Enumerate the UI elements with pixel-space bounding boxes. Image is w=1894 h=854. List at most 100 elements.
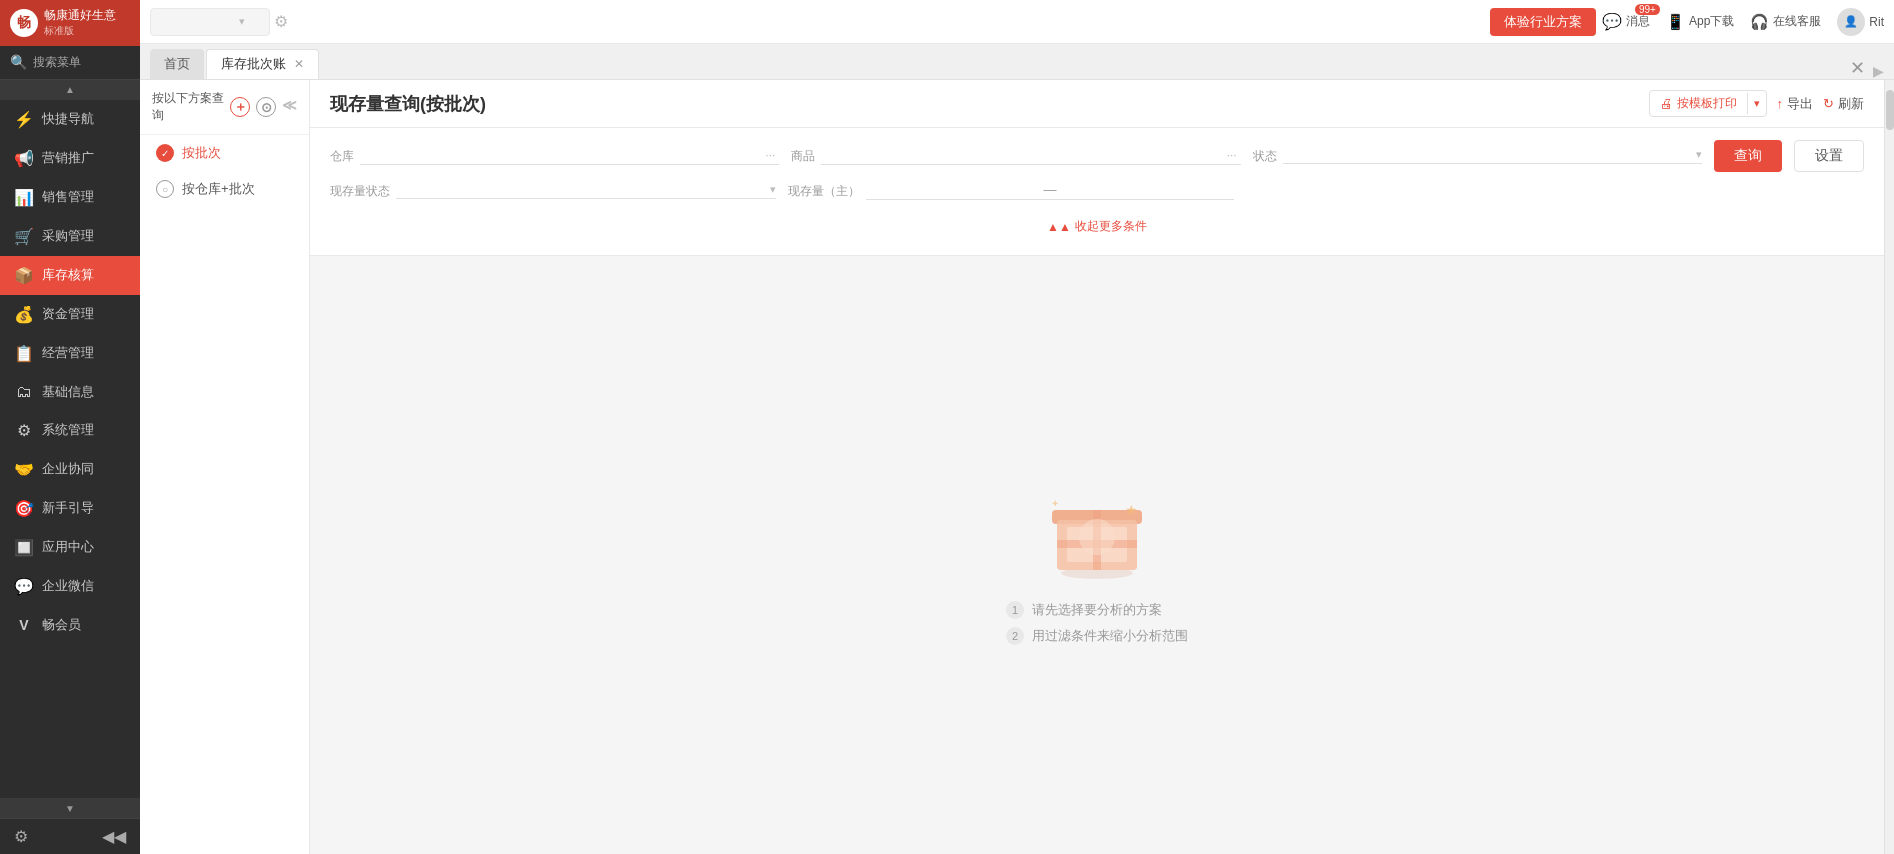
sidebar: 畅 畅康通好生意 标准版 🔍 搜索菜单 ▲ ⚡ 快捷导航 📢 营销推广 📊 销售… [0,0,140,854]
plan-settings-btn[interactable]: ⊙ [256,97,276,117]
dropdown-arrow-icon[interactable]: ▾ [239,15,245,28]
sidebar-item-inventory[interactable]: 📦 库存核算 [0,256,140,295]
stock-qty-min-input[interactable] [866,182,1036,197]
headset-icon: 🎧 [1750,13,1769,31]
sidebar-item-label: 企业协同 [42,460,94,478]
settings-icon[interactable]: ⚙ [14,827,28,846]
collapse-panel-btn[interactable]: ≪ [282,97,297,117]
tab-inventory-batch[interactable]: 库存批次账 ✕ [206,49,319,79]
filter-row-2: 现存量状态 ▾ 现存量（主） — [330,182,1864,200]
filter-area: 仓库 ··· 商品 ··· [310,128,1884,256]
sidebar-item-purchase[interactable]: 🛒 采购管理 [0,217,140,256]
sidebar-item-marketing[interactable]: 📢 营销推广 [0,139,140,178]
topbar-right: 💬 99+ 消息 📱 App下载 🎧 在线客服 👤 Rit [1602,8,1884,36]
stock-qty-range: — [866,182,1234,200]
app-download-icon: 📱 [1666,13,1685,31]
sidebar-item-finance[interactable]: 💰 资金管理 [0,295,140,334]
collapse-up-icon: ▲▲ [1047,220,1071,234]
header-actions: 🖨 按模板打印 ▾ ↑ 导出 ↻ 刷新 [1649,90,1865,117]
sidebar-item-label: 快捷导航 [42,110,94,128]
refresh-btn[interactable]: ↻ 刷新 [1823,95,1864,113]
print-dropdown-btn[interactable]: ▾ [1747,93,1766,114]
warehouse-dots-btn[interactable]: ··· [761,148,779,162]
brand-sub: 标准版 [44,24,116,38]
topbar-search-input[interactable] [159,15,239,29]
scroll-up-btn[interactable]: ▲ [0,80,140,100]
sidebar-item-newguide[interactable]: 🎯 新手引导 [0,489,140,528]
close-icon[interactable]: ✕ [1850,57,1865,79]
left-panel-header: 按以下方案查询 ＋ ⊙ ≪ [140,80,309,135]
export-btn[interactable]: ↑ 导出 [1777,95,1814,113]
warehouse-input-area[interactable]: ··· [360,147,779,165]
stock-status-label: 现存量状态 [330,183,390,200]
newguide-icon: 🎯 [14,499,34,518]
stock-status-field-wrapper: 现存量状态 ▾ [330,183,776,200]
stock-status-dropdown-icon[interactable]: ▾ [770,183,776,196]
product-dots-btn[interactable]: ··· [1223,148,1241,162]
app-download-btn[interactable]: 📱 App下载 [1666,13,1734,31]
sidebar-item-enterprise[interactable]: 🤝 企业协同 [0,450,140,489]
tab-home[interactable]: 首页 [150,49,204,79]
sidebar-item-vip[interactable]: V 畅会员 [0,606,140,644]
plan-item-by-warehouse-batch[interactable]: ○ 按仓库+批次 [140,171,309,207]
sidebar-item-label: 基础信息 [42,383,94,401]
online-service-btn[interactable]: 🎧 在线客服 [1750,13,1821,31]
print-section: 🖨 按模板打印 ▾ [1649,90,1767,117]
topbar-settings-icon[interactable]: ⚙ [274,12,288,31]
purchase-icon: 🛒 [14,227,34,246]
tab-close-icon[interactable]: ✕ [294,57,304,71]
tab-home-label: 首页 [164,55,190,73]
plan-label-warehouse-batch: 按仓库+批次 [182,180,255,198]
panel-close-btn[interactable]: ✕ [1850,57,1873,79]
empty-state: ★ ✦ 1 请先选择要分析的方案 2 用过滤条件来缩小分析范围 [310,256,1884,854]
sidebar-item-basic[interactable]: 🗂 基础信息 [0,373,140,411]
add-plan-btn[interactable]: ＋ [230,97,250,117]
sidebar-search[interactable]: 🔍 搜索菜单 [0,46,140,80]
sidebar-item-label: 畅会员 [42,616,81,634]
product-input[interactable] [821,147,1222,162]
scroll-down-btn[interactable]: ▼ [0,798,140,818]
empty-illustration: ★ ✦ [1037,465,1157,585]
sidebar-item-wechat[interactable]: 💬 企业微信 [0,567,140,606]
left-panel-title: 按以下方案查询 [152,90,230,124]
sidebar-item-sales[interactable]: 📊 销售管理 [0,178,140,217]
appcenter-icon: 🔲 [14,538,34,557]
query-header: 现存量查询(按批次) 🖨 按模板打印 ▾ ↑ 导出 ↻ [310,80,1884,128]
right-scrollbar[interactable] [1884,80,1894,854]
plan-item-by-batch[interactable]: ✓ 按批次 [140,135,309,171]
query-btn[interactable]: 查询 [1714,140,1782,172]
collapse-more-btn[interactable]: ▲▲ 收起更多条件 [330,210,1864,243]
status-dropdown-icon[interactable]: ▾ [1696,148,1702,161]
trial-btn[interactable]: 体验行业方案 [1490,8,1596,36]
sidebar-item-quick-nav[interactable]: ⚡ 快捷导航 [0,100,140,139]
sidebar-item-label: 资金管理 [42,305,94,323]
filter-settings-btn[interactable]: 设置 [1794,140,1864,172]
message-btn[interactable]: 💬 99+ 消息 [1602,12,1650,31]
stock-status-select[interactable]: ▾ [396,183,776,199]
system-icon: ⚙ [14,421,34,440]
topbar-search-box[interactable]: ▾ [150,8,270,36]
sidebar-item-system[interactable]: ⚙ 系统管理 [0,411,140,450]
collapse-sidebar-icon[interactable]: ◀◀ [102,827,126,846]
stock-qty-max-input[interactable] [1065,182,1235,197]
print-icon: 🖨 [1660,96,1673,111]
sidebar-item-appcenter[interactable]: 🔲 应用中心 [0,528,140,567]
vip-icon: V [14,617,34,633]
print-btn[interactable]: 🖨 按模板打印 [1650,91,1747,116]
user-avatar-btn[interactable]: 👤 Rit [1837,8,1884,36]
warehouse-input[interactable] [360,147,761,162]
inventory-icon: 📦 [14,266,34,285]
panel-right-arrow[interactable]: ▶ [1873,63,1884,79]
avatar: 👤 [1837,8,1865,36]
user-name: Rit [1869,15,1884,29]
sidebar-item-operations[interactable]: 📋 经营管理 [0,334,140,373]
app-logo: 畅 [10,9,38,37]
product-input-area[interactable]: ··· [821,147,1240,165]
warehouse-field-wrapper: 仓库 ··· [330,147,779,165]
warehouse-label: 仓库 [330,148,354,165]
plan-label-by-batch: 按批次 [182,144,221,162]
topbar-search-area: ▾ ⚙ [150,8,288,36]
sidebar-header: 畅 畅康通好生意 标准版 [0,0,140,46]
sidebar-item-label: 系统管理 [42,421,94,439]
status-select-area[interactable]: ▾ [1283,148,1702,164]
